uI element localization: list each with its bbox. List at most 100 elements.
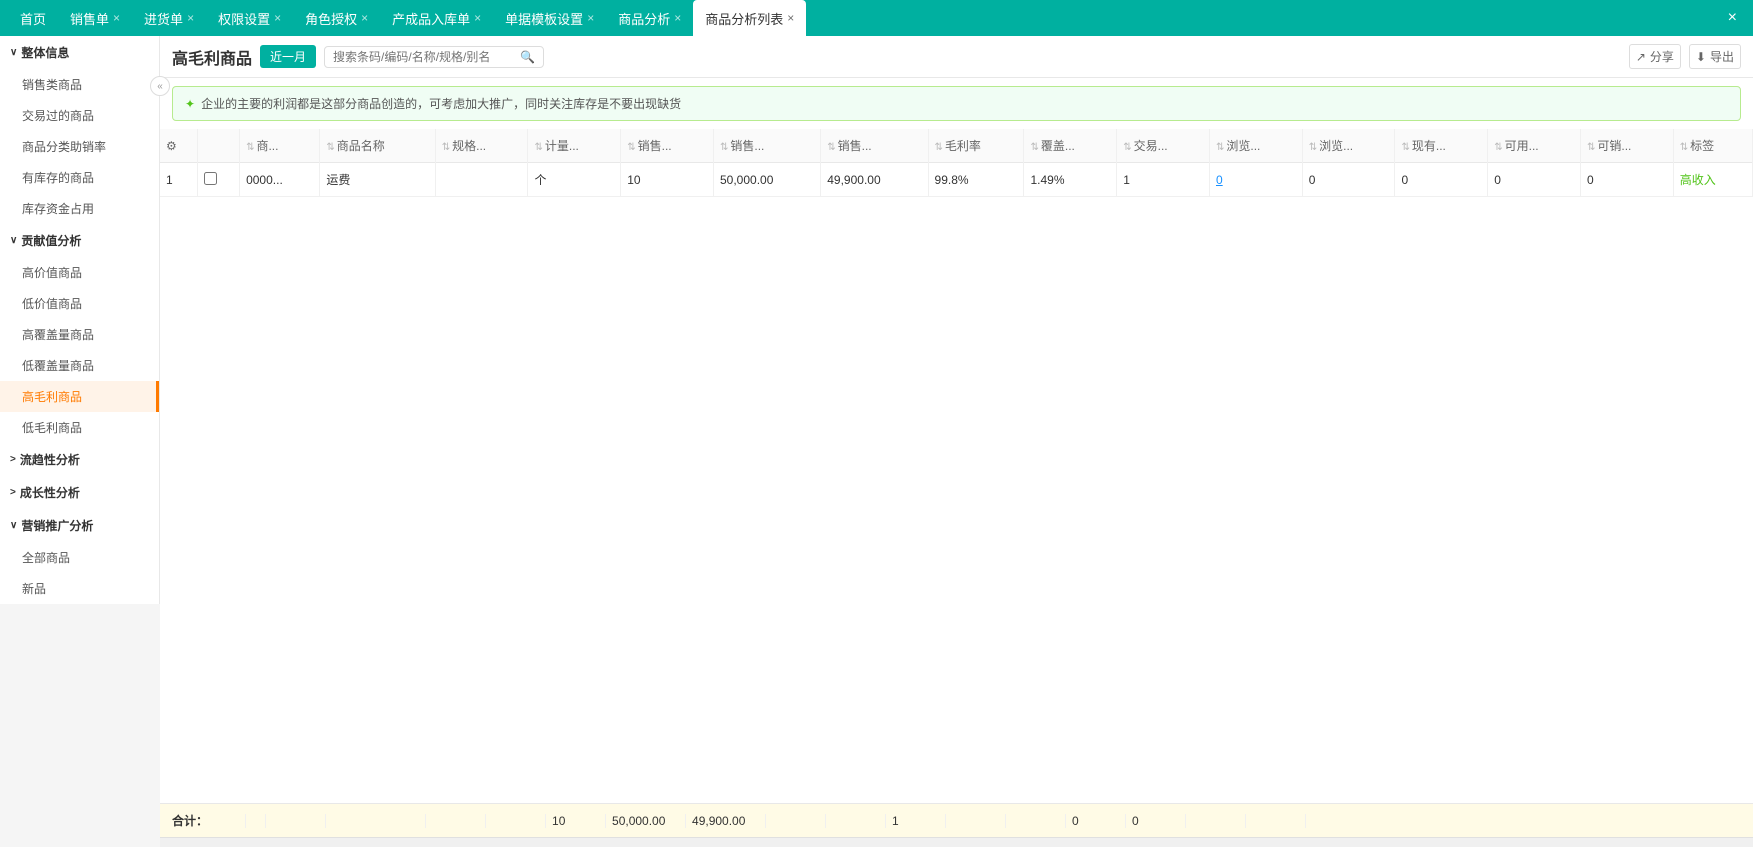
- col-label-unit: 计量...: [545, 139, 579, 153]
- table-row: 10000...运费个1050,000.0049,900.0099.8%1.49…: [160, 163, 1753, 197]
- col-header-sales_qty[interactable]: ⇅销售...: [621, 129, 714, 163]
- nav-item-2[interactable]: 进货单 ×: [132, 0, 206, 36]
- nav-close-icon-1[interactable]: ×: [113, 11, 120, 25]
- sort-icon-coverage[interactable]: ⇅: [1030, 142, 1038, 153]
- col-header-spec[interactable]: ⇅规格...: [435, 129, 528, 163]
- col-header-saleable_stock[interactable]: ⇅可销...: [1580, 129, 1673, 163]
- footer-cell-gross_margin: [766, 814, 826, 828]
- sidebar-item-1-0[interactable]: 高价值商品: [0, 257, 159, 288]
- col-label-tag: 标签: [1690, 139, 1714, 153]
- sidebar-section-1[interactable]: ∨ 贡献值分析: [0, 224, 159, 257]
- sidebar-collapse-button[interactable]: «: [150, 76, 170, 96]
- nav-close-icon-3[interactable]: ×: [274, 11, 281, 25]
- sidebar-item-0-1[interactable]: 交易过的商品: [0, 100, 159, 131]
- footer-cell-unit: [486, 814, 546, 828]
- col-header-transaction[interactable]: ⇅交易...: [1117, 129, 1210, 163]
- col-header-sales_amount[interactable]: ⇅销售...: [713, 129, 820, 163]
- close-app-button[interactable]: ×: [1728, 9, 1745, 27]
- sidebar-item-0-4[interactable]: 库存资金占用: [0, 193, 159, 224]
- col-header-tag[interactable]: ⇅标签: [1673, 129, 1752, 163]
- cell-tag-0: 高收入: [1673, 163, 1752, 197]
- nav-close-icon-5[interactable]: ×: [474, 11, 481, 25]
- sidebar-section-3[interactable]: >成长性分析: [0, 476, 159, 509]
- nav-item-0[interactable]: 首页: [8, 0, 58, 36]
- sidebar-section-2[interactable]: >流趋性分析: [0, 443, 159, 476]
- sidebar-item-4-0[interactable]: 全部商品: [0, 542, 159, 573]
- col-header-views1[interactable]: ⇅浏览...: [1209, 129, 1302, 163]
- col-header-unit[interactable]: ⇅计量...: [528, 129, 621, 163]
- nav-item-6[interactable]: 单据模板设置 ×: [493, 0, 606, 36]
- row-checkbox-0[interactable]: [204, 172, 217, 185]
- col-header-views2[interactable]: ⇅浏览...: [1302, 129, 1395, 163]
- sort-icon-sales_qty[interactable]: ⇅: [627, 142, 635, 153]
- col-header-coverage[interactable]: ⇅覆盖...: [1024, 129, 1117, 163]
- nav-close-icon-8[interactable]: ×: [787, 11, 794, 25]
- col-label-coverage: 覆盖...: [1041, 139, 1075, 153]
- sidebar-item-1-5[interactable]: 低毛利商品: [0, 412, 159, 443]
- sort-icon-tag[interactable]: ⇅: [1680, 142, 1688, 153]
- sort-icon-code[interactable]: ⇅: [246, 142, 254, 153]
- sidebar-item-0-0[interactable]: 销售类商品: [0, 69, 159, 100]
- nav-item-4[interactable]: 角色授权 ×: [293, 0, 380, 36]
- sort-icon-unit[interactable]: ⇅: [534, 142, 542, 153]
- sidebar-item-1-1[interactable]: 低价值商品: [0, 288, 159, 319]
- sidebar-item-1-2[interactable]: 高覆盖量商品: [0, 319, 159, 350]
- footer-cell-transaction: 1: [886, 814, 946, 828]
- sidebar-section-label-1: 贡献值分析: [21, 232, 81, 249]
- nav-item-1[interactable]: 销售单 ×: [58, 0, 132, 36]
- cell-checkbox-0: [198, 163, 240, 197]
- nav-close-icon-2[interactable]: ×: [187, 11, 194, 25]
- nav-close-icon-6[interactable]: ×: [587, 11, 594, 25]
- cell-code-0: 0000...: [240, 163, 320, 197]
- sidebar-section-label-0: 整体信息: [21, 44, 69, 61]
- col-label-transaction: 交易...: [1134, 139, 1168, 153]
- col-header-sales_profit[interactable]: ⇅销售...: [821, 129, 928, 163]
- sort-icon-sales_profit[interactable]: ⇅: [827, 142, 835, 153]
- views-link-0[interactable]: 0: [1216, 173, 1223, 187]
- search-input[interactable]: [333, 50, 520, 64]
- period-button[interactable]: 近一月: [260, 45, 316, 68]
- nav-close-icon-7[interactable]: ×: [674, 11, 681, 25]
- cell-sales_amount-0: 50,000.00: [713, 163, 820, 197]
- sort-icon-current_stock[interactable]: ⇅: [1401, 142, 1409, 153]
- sidebar-section-4[interactable]: ∨营销推广分析: [0, 509, 159, 542]
- sort-icon-transaction[interactable]: ⇅: [1123, 142, 1131, 153]
- col-header-code[interactable]: ⇅商...: [240, 129, 320, 163]
- col-header-current_stock[interactable]: ⇅现有...: [1395, 129, 1488, 163]
- sort-icon-views2[interactable]: ⇅: [1309, 142, 1317, 153]
- chevron-icon-1: ∨: [10, 235, 17, 246]
- share-button[interactable]: ↗ 分享: [1629, 44, 1681, 69]
- footer-cell-views2: [1006, 814, 1066, 828]
- sort-icon-spec[interactable]: ⇅: [442, 142, 450, 153]
- search-box: 🔍: [324, 46, 544, 68]
- chevron-icon-4: ∨: [10, 520, 17, 531]
- nav-item-3[interactable]: 权限设置 ×: [206, 0, 293, 36]
- col-header-settings: ⚙: [160, 129, 198, 163]
- sort-icon-views1[interactable]: ⇅: [1216, 142, 1224, 153]
- col-header-gross_margin[interactable]: ⇅毛利率: [928, 129, 1024, 163]
- sort-icon-name[interactable]: ⇅: [326, 142, 334, 153]
- sidebar-section-0[interactable]: ∨整体信息: [0, 36, 159, 69]
- bottom-scrollbar[interactable]: [160, 837, 1753, 847]
- sort-icon-available_stock[interactable]: ⇅: [1494, 142, 1502, 153]
- nav-item-8[interactable]: 商品分析列表 ×: [693, 0, 806, 36]
- sidebar-item-1-4[interactable]: 高毛利商品: [0, 381, 159, 412]
- sidebar-item-0-3[interactable]: 有库存的商品: [0, 162, 159, 193]
- sort-icon-gross_margin[interactable]: ⇅: [935, 142, 943, 153]
- content-header: 高毛利商品 近一月 🔍 ↗ 分享 ⬇ 导出: [160, 36, 1753, 78]
- col-header-name[interactable]: ⇅商品名称: [320, 129, 435, 163]
- sort-icon-sales_amount[interactable]: ⇅: [720, 142, 728, 153]
- sidebar-item-0-2[interactable]: 商品分类助销率: [0, 131, 159, 162]
- col-header-available_stock[interactable]: ⇅可用...: [1488, 129, 1581, 163]
- search-icon[interactable]: 🔍: [520, 50, 535, 64]
- sidebar-item-1-3[interactable]: 低覆盖量商品: [0, 350, 159, 381]
- sort-icon-saleable_stock[interactable]: ⇅: [1587, 142, 1595, 153]
- sidebar-item-4-1[interactable]: 新品: [0, 573, 159, 604]
- nav-item-5[interactable]: 产成品入库单 ×: [380, 0, 493, 36]
- footer-cell-sales_qty: 10: [546, 814, 606, 828]
- nav-close-icon-4[interactable]: ×: [361, 11, 368, 25]
- col-label-code: 商...: [256, 139, 278, 153]
- nav-item-7[interactable]: 商品分析 ×: [606, 0, 693, 36]
- col-label-name: 商品名称: [337, 139, 385, 153]
- export-button[interactable]: ⬇ 导出: [1689, 44, 1741, 69]
